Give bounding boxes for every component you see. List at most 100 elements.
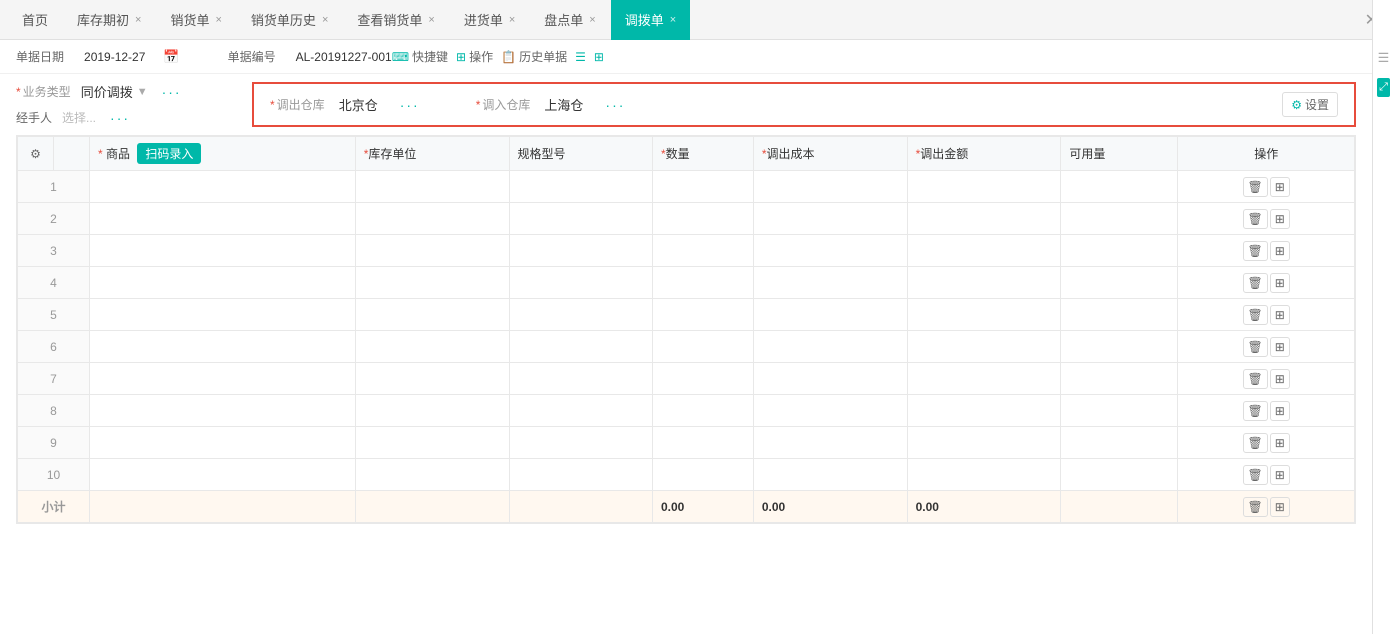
- cell-product-7[interactable]: [90, 363, 356, 395]
- cell-cost-9: [753, 427, 907, 459]
- delete-row-button-11[interactable]: 🗑: [1243, 497, 1268, 517]
- cell-product-8[interactable]: [90, 395, 356, 427]
- cell-available-9: [1061, 427, 1178, 459]
- tab-label-purchase-order: 进货单: [464, 10, 503, 29]
- cell-qty-10: [652, 459, 753, 491]
- tab-sales-history[interactable]: 销货单历史×: [237, 0, 343, 40]
- operations-action[interactable]: ⊞ 操作: [456, 48, 493, 65]
- cell-unit-2: [355, 203, 509, 235]
- cell-product-10[interactable]: [90, 459, 356, 491]
- table-row: 1 🗑⊞: [18, 171, 1355, 203]
- row-num-8: 8: [18, 395, 90, 427]
- copy-row-button-1[interactable]: ⊞: [1270, 177, 1290, 197]
- copy-row-button-2[interactable]: ⊞: [1270, 209, 1290, 229]
- list-view-toggle[interactable]: ☰: [575, 50, 586, 64]
- delete-row-button-5[interactable]: 🗑: [1243, 305, 1268, 325]
- tab-inventory-init[interactable]: 库存期初×: [63, 0, 156, 40]
- ops-icon: ⊞: [456, 50, 466, 64]
- cell-cost-1: [753, 171, 907, 203]
- cell-available-10: [1061, 459, 1178, 491]
- tab-home[interactable]: 首页: [8, 0, 63, 40]
- cell-product-11: [90, 491, 356, 523]
- cell-available-11: [1061, 491, 1178, 523]
- table-row: 4🗑⊞: [18, 267, 1355, 299]
- table-scroll[interactable]: ⚙ * 商品 扫码录入 *库存单位 规格型号 *数量: [16, 135, 1356, 524]
- cell-amount-9: [907, 427, 1061, 459]
- calendar-icon[interactable]: 📅: [163, 49, 179, 65]
- cell-product-4[interactable]: [90, 267, 356, 299]
- transfer-out-label: 调出仓库: [270, 96, 325, 113]
- settings-button[interactable]: ⚙ 设置: [1282, 92, 1338, 117]
- tab-purchase-order[interactable]: 进货单 ×: [450, 0, 530, 40]
- delete-row-button-6[interactable]: 🗑: [1243, 337, 1268, 357]
- cell-amount-1: [907, 171, 1061, 203]
- cell-cost-5: [753, 299, 907, 331]
- delete-row-button-10[interactable]: 🗑: [1243, 465, 1268, 485]
- transfer-out-dots[interactable]: ···: [400, 97, 420, 113]
- cell-product-6[interactable]: [90, 331, 356, 363]
- col-unit: *库存单位: [355, 137, 509, 171]
- delete-row-button-4[interactable]: 🗑: [1243, 273, 1268, 293]
- cell-product-5[interactable]: [90, 299, 356, 331]
- delete-row-button-8[interactable]: 🗑: [1243, 401, 1268, 421]
- tab-close-sales-order[interactable]: ×: [215, 14, 221, 26]
- cell-product-1[interactable]: [90, 171, 356, 203]
- copy-row-button-11[interactable]: ⊞: [1270, 497, 1290, 517]
- delete-row-button-3[interactable]: 🗑: [1243, 241, 1268, 261]
- person-dots[interactable]: ···: [110, 110, 130, 126]
- tab-close-inventory-init[interactable]: ×: [135, 14, 141, 26]
- copy-row-button-5[interactable]: ⊞: [1270, 305, 1290, 325]
- cell-qty-2: [652, 203, 753, 235]
- sidebar-list-icon[interactable]: ☰: [1378, 50, 1390, 66]
- cell-product-3[interactable]: [90, 235, 356, 267]
- copy-row-button-10[interactable]: ⊞: [1270, 465, 1290, 485]
- cell-qty-11: 0.00: [652, 491, 753, 523]
- tab-close-sales-history[interactable]: ×: [322, 14, 328, 26]
- tab-sales-order[interactable]: 销货单×: [156, 0, 236, 40]
- cell-amount-8: [907, 395, 1061, 427]
- delete-row-button-2[interactable]: 🗑: [1243, 209, 1268, 229]
- tab-close-transfer[interactable]: ×: [670, 14, 676, 26]
- copy-row-button-9[interactable]: ⊞: [1270, 433, 1290, 453]
- biz-type-field: 业务类型 同价调拨 ▼ ···: [16, 82, 236, 101]
- cell-spec-1: [509, 171, 652, 203]
- transfer-out-field: 调出仓库 北京仓 ···: [270, 95, 420, 114]
- grid-view-toggle[interactable]: ⊞: [594, 50, 604, 64]
- sidebar-expand-icon[interactable]: ⤢: [1377, 78, 1390, 97]
- biz-type-select[interactable]: 同价调拨 ▼: [81, 82, 148, 101]
- biz-type-dots[interactable]: ···: [162, 84, 182, 100]
- copy-row-button-7[interactable]: ⊞: [1270, 369, 1290, 389]
- delete-row-button-9[interactable]: 🗑: [1243, 433, 1268, 453]
- person-select[interactable]: 选择...: [62, 109, 96, 126]
- cell-product-9[interactable]: [90, 427, 356, 459]
- delete-row-button-7[interactable]: 🗑: [1243, 369, 1268, 389]
- table-section: ⚙ * 商品 扫码录入 *库存单位 规格型号 *数量: [0, 135, 1372, 524]
- transfer-in-dots[interactable]: ···: [605, 97, 625, 113]
- col-settings[interactable]: ⚙: [18, 137, 54, 171]
- cell-cost-7: [753, 363, 907, 395]
- cell-cost-6: [753, 331, 907, 363]
- cell-ops-4: 🗑⊞: [1178, 267, 1355, 299]
- shortcut-action[interactable]: ⌨ 快捷键: [392, 48, 448, 65]
- tab-view-sales[interactable]: 查看销货单×: [343, 0, 449, 40]
- scan-entry-button[interactable]: 扫码录入: [137, 143, 201, 164]
- tab-inventory-check[interactable]: 盘点单×: [530, 0, 610, 40]
- copy-row-button-6[interactable]: ⊞: [1270, 337, 1290, 357]
- delete-row-button-1[interactable]: 🗑: [1243, 177, 1268, 197]
- col-product: * 商品 扫码录入: [90, 137, 356, 171]
- cell-product-2[interactable]: [90, 203, 356, 235]
- cell-cost-4: [753, 267, 907, 299]
- cell-unit-11: [355, 491, 509, 523]
- tab-close-inventory-check[interactable]: ×: [589, 14, 595, 26]
- tab-close-view-sales[interactable]: ×: [428, 14, 434, 26]
- cell-amount-10: [907, 459, 1061, 491]
- col-product-label: 商品: [106, 147, 130, 161]
- history-action[interactable]: 📋 历史单据: [501, 48, 567, 65]
- copy-row-button-4[interactable]: ⊞: [1270, 273, 1290, 293]
- copy-row-button-3[interactable]: ⊞: [1270, 241, 1290, 261]
- tab-close-purchase-order[interactable]: ×: [509, 14, 515, 26]
- row-num-1: 1: [18, 171, 90, 203]
- copy-row-button-8[interactable]: ⊞: [1270, 401, 1290, 421]
- tab-transfer[interactable]: 调拨单×: [611, 0, 690, 40]
- cell-available-8: [1061, 395, 1178, 427]
